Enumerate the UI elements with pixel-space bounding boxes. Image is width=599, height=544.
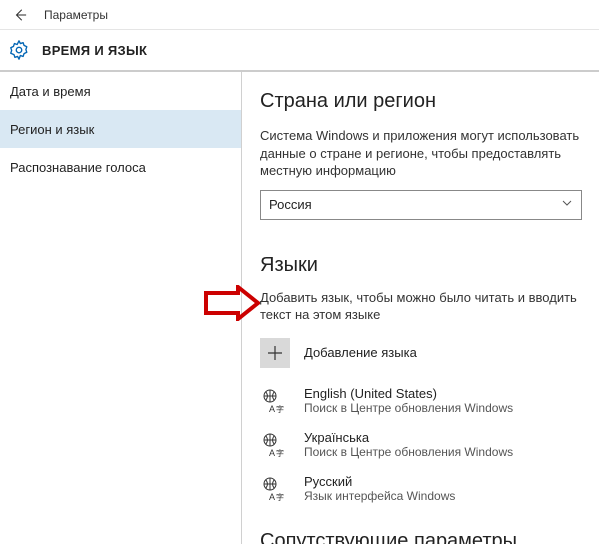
sidebar: Дата и время Регион и язык Распознавание… [0, 72, 242, 544]
language-subtitle: Поиск в Центре обновления Windows [304, 401, 513, 415]
svg-text:A: A [269, 448, 275, 458]
language-name: Русский [304, 474, 455, 489]
country-select[interactable]: Россия [260, 190, 582, 220]
plus-icon [260, 338, 290, 368]
language-subtitle: Язык интерфейса Windows [304, 489, 455, 503]
language-item-english[interactable]: A字 English (United States) Поиск в Центр… [260, 386, 587, 416]
language-name: Українська [304, 430, 513, 445]
gear-icon [8, 39, 30, 61]
svg-text:A: A [269, 492, 275, 502]
sidebar-item-speech[interactable]: Распознавание голоса [0, 148, 241, 186]
add-language-button[interactable]: Добавление языка [260, 338, 587, 368]
svg-text:字: 字 [276, 404, 284, 414]
related-heading: Сопутствующие параметры [260, 530, 587, 544]
language-item-ukrainian[interactable]: A字 Українська Поиск в Центре обновления … [260, 430, 587, 460]
country-select-value: Россия [269, 197, 561, 212]
languages-description: Добавить язык, чтобы можно было читать и… [260, 289, 587, 324]
titlebar: Параметры [0, 0, 599, 30]
svg-text:字: 字 [276, 448, 284, 458]
chevron-down-icon [561, 196, 573, 214]
sidebar-item-date-time[interactable]: Дата и время [0, 72, 241, 110]
language-icon: A字 [260, 386, 290, 416]
language-icon: A字 [260, 474, 290, 504]
languages-heading: Языки [260, 254, 587, 277]
page-title: ВРЕМЯ И ЯЗЫК [42, 43, 147, 58]
arrow-left-icon [13, 8, 27, 22]
language-icon: A字 [260, 430, 290, 460]
back-button[interactable] [0, 0, 40, 30]
svg-text:字: 字 [276, 492, 284, 502]
window-title: Параметры [44, 8, 108, 22]
language-item-russian[interactable]: A字 Русский Язык интерфейса Windows [260, 474, 587, 504]
svg-text:A: A [269, 404, 275, 414]
page-header: ВРЕМЯ И ЯЗЫК [0, 30, 599, 72]
region-description: Система Windows и приложения могут испол… [260, 127, 587, 180]
add-language-label: Добавление языка [304, 345, 417, 360]
sidebar-item-region-language[interactable]: Регион и язык [0, 110, 241, 148]
region-heading: Страна или регион [260, 90, 587, 113]
content-pane: Страна или регион Система Windows и прил… [242, 72, 599, 544]
language-name: English (United States) [304, 386, 513, 401]
language-subtitle: Поиск в Центре обновления Windows [304, 445, 513, 459]
